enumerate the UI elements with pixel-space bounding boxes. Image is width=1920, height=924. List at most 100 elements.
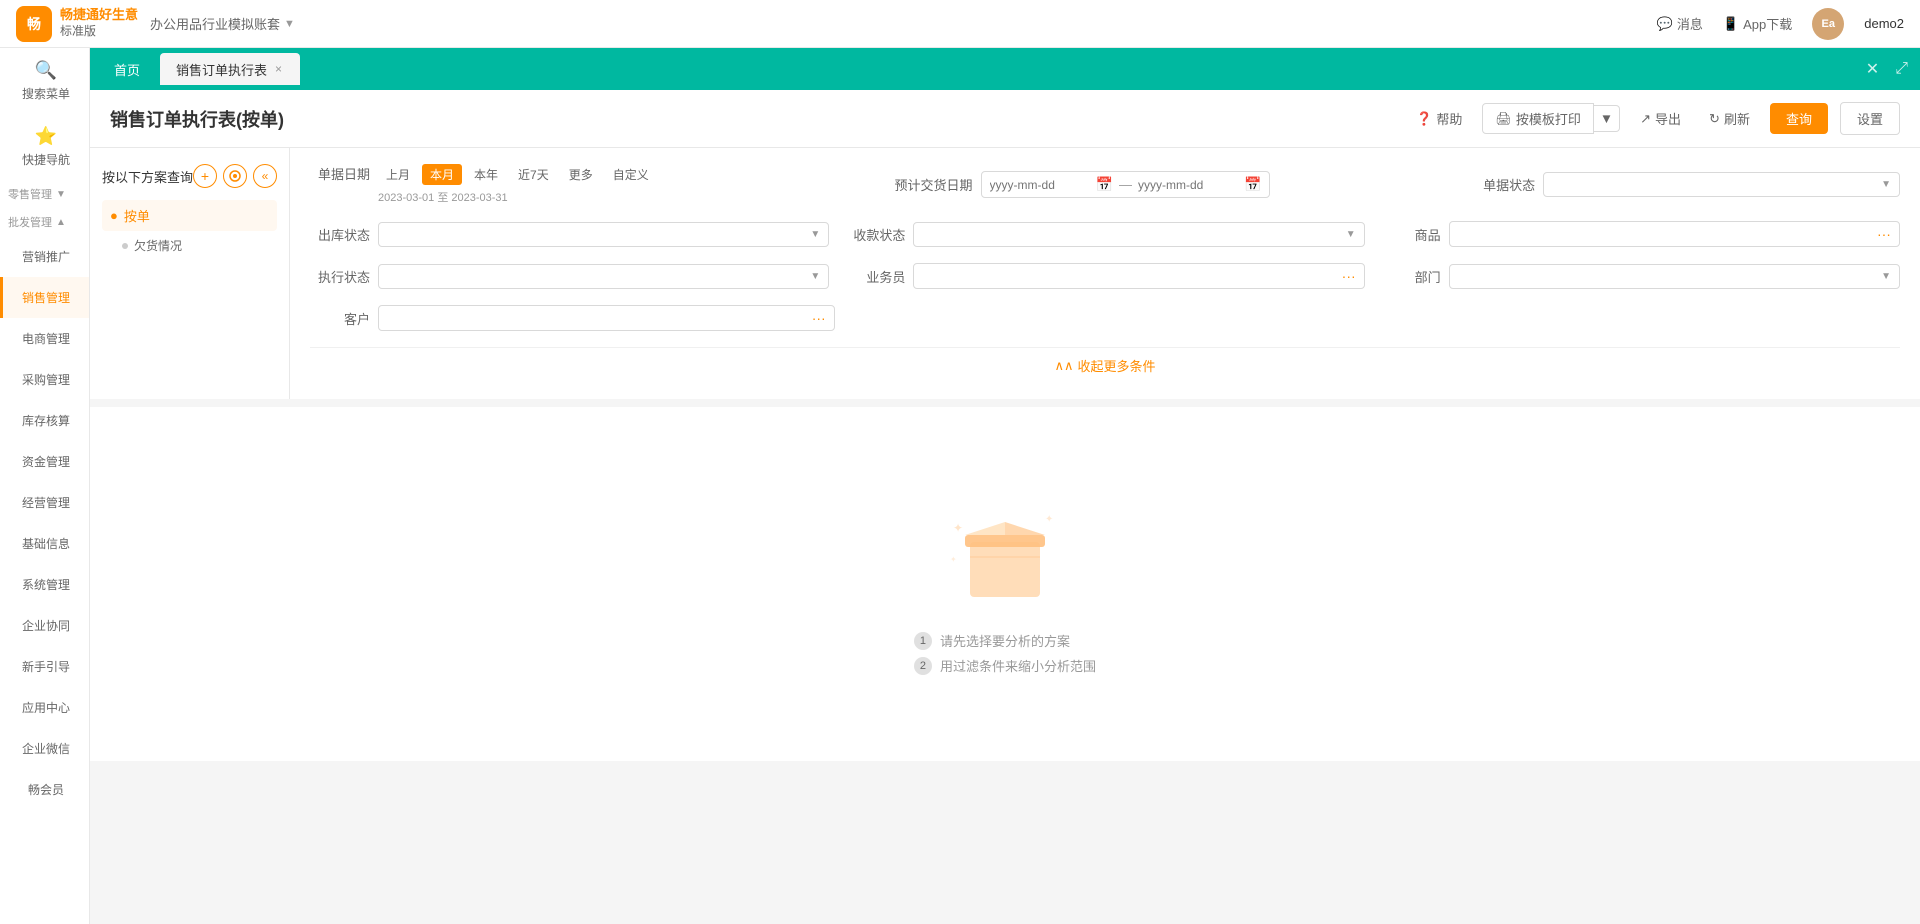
- date-tab-last-month[interactable]: 上月: [378, 164, 418, 185]
- sidebar-item-quick-nav[interactable]: ⭐ 快捷导航: [0, 114, 89, 180]
- collapse-btn[interactable]: ∧∧ 收起更多条件: [310, 347, 1900, 383]
- tab-active[interactable]: 销售订单执行表 ×: [160, 53, 300, 85]
- date-tab-custom[interactable]: 自定义: [605, 164, 657, 185]
- sidebar-item-finance[interactable]: 资金管理: [0, 441, 89, 482]
- breadcrumb[interactable]: 办公用品行业模拟账套 ▼: [150, 14, 295, 33]
- add-scheme-btn[interactable]: +: [193, 164, 217, 188]
- customer-input[interactable]: [387, 311, 812, 326]
- refresh-btn[interactable]: ↻ 刷新: [1701, 105, 1758, 132]
- collect-status-control[interactable]: ▼: [913, 222, 1364, 247]
- date-tab-7days[interactable]: 近7天: [510, 164, 557, 185]
- refresh-icon: ↻: [1709, 111, 1720, 127]
- salesperson-more-icon[interactable]: ···: [1342, 268, 1356, 284]
- customer-control[interactable]: ···: [378, 305, 835, 331]
- goods-more-icon[interactable]: ···: [1877, 226, 1891, 242]
- sidebar-item-wechat[interactable]: 企业微信: [0, 728, 89, 769]
- sidebar-item-member[interactable]: 畅会员: [0, 769, 89, 810]
- sidebar-item-enterprise[interactable]: 企业协同: [0, 605, 89, 646]
- out-status-group: 出库状态 ▼: [310, 222, 829, 247]
- print-dropdown-btn[interactable]: ▼: [1594, 105, 1620, 132]
- goods-group: 商品 ···: [1381, 221, 1900, 247]
- tab-home[interactable]: 首页: [98, 53, 156, 85]
- filter-section: 按以下方案查询 + «: [90, 148, 1920, 399]
- sidebar-item-purchase[interactable]: 采购管理: [0, 359, 89, 400]
- user-name[interactable]: demo2: [1864, 16, 1904, 31]
- sidebar-item-apps[interactable]: 应用中心: [0, 687, 89, 728]
- filter-row-1: 单据日期 上月 本月 本年 近7天 更多 自定义: [310, 164, 1900, 205]
- print-btn[interactable]: 🖨 按模板打印: [1482, 103, 1594, 134]
- empty-tip-1: 1 请先选择要分析的方案: [914, 631, 1096, 650]
- calendar-end-icon[interactable]: 📅: [1244, 176, 1261, 193]
- calendar-start-icon[interactable]: 📅: [1096, 176, 1113, 193]
- expected-date-input-start[interactable]: 📅 — 📅: [981, 171, 1271, 198]
- goods-label: 商品: [1381, 225, 1441, 244]
- svg-text:✦: ✦: [950, 555, 957, 564]
- tab-close-icon[interactable]: ×: [273, 62, 284, 76]
- date-range-text: 2023-03-01 至 2023-03-31: [378, 189, 877, 205]
- out-status-control[interactable]: ▼: [378, 222, 829, 247]
- date-filter-group: 单据日期 上月 本月 本年 近7天 更多 自定义: [310, 164, 877, 205]
- customer-more-icon[interactable]: ···: [812, 310, 826, 326]
- goods-input[interactable]: [1458, 227, 1877, 242]
- salesperson-control[interactable]: ···: [913, 263, 1364, 289]
- query-btn[interactable]: 查询: [1770, 103, 1828, 134]
- app-download-btn[interactable]: 📱 App下载: [1723, 14, 1792, 33]
- out-status-input[interactable]: [387, 227, 810, 242]
- download-icon: 📱: [1723, 16, 1739, 32]
- date-tab-this-year[interactable]: 本年: [466, 164, 506, 185]
- dept-control[interactable]: ▼: [1449, 264, 1900, 289]
- sub-item-dot: [122, 243, 128, 249]
- date-tab-more[interactable]: 更多: [561, 164, 601, 185]
- salesperson-input[interactable]: [922, 269, 1341, 284]
- sidebar-item-operations[interactable]: 经营管理: [0, 482, 89, 523]
- settings-btn[interactable]: 设置: [1840, 102, 1900, 135]
- exec-status-label: 执行状态: [310, 267, 370, 286]
- edit-scheme-btn[interactable]: [223, 164, 247, 188]
- page-title: 销售订单执行表(按单): [110, 106, 284, 132]
- main-layout: 🔍 搜索菜单 ⭐ 快捷导航 零售管理 ▼ 批发管理 ▲ 营销推广 销售管理 电商…: [0, 48, 1920, 924]
- expected-date-start-field[interactable]: [990, 178, 1090, 192]
- export-btn[interactable]: ↗ 导出: [1632, 105, 1689, 132]
- goods-control[interactable]: ···: [1449, 221, 1900, 247]
- filter-row-2: 出库状态 ▼ 收款状态 ▼: [310, 221, 1900, 247]
- scheme-item-active[interactable]: ● 按单: [102, 200, 277, 231]
- doc-status-label: 单据状态: [1475, 175, 1535, 194]
- date-label: 单据日期: [310, 164, 370, 183]
- sidebar-item-system[interactable]: 系统管理: [0, 564, 89, 605]
- collect-status-dropdown-icon: ▼: [1346, 229, 1356, 240]
- tab-maximize-icon[interactable]: ⤢: [1891, 56, 1912, 82]
- scheme-sub-item[interactable]: 欠货情况: [102, 231, 277, 260]
- expected-date-end-field[interactable]: [1138, 178, 1238, 192]
- sidebar-section-wholesale: 批发管理 ▲: [0, 208, 89, 236]
- filter-left-title: 按以下方案查询: [102, 167, 193, 186]
- tab-bar: 首页 销售订单执行表 × ✕ ⤢: [90, 48, 1920, 90]
- sidebar-item-inventory[interactable]: 库存核算: [0, 400, 89, 441]
- filter-left-panel: 按以下方案查询 + «: [90, 148, 290, 399]
- logo-icon: 畅: [16, 6, 52, 42]
- doc-status-group: 单据状态 ▼: [1475, 172, 1900, 197]
- sidebar-item-basics[interactable]: 基础信息: [0, 523, 89, 564]
- exec-status-control[interactable]: ▼: [378, 264, 829, 289]
- date-tab-this-month[interactable]: 本月: [422, 164, 462, 185]
- out-status-dropdown-icon: ▼: [810, 229, 820, 240]
- sidebar-item-ecommerce[interactable]: 电商管理: [0, 318, 89, 359]
- exec-status-input[interactable]: [387, 269, 810, 284]
- date-controls: 上月 本月 本年 近7天 更多 自定义 2023-03-01 至 2023-03…: [378, 164, 877, 205]
- salesperson-group: 业务员 ···: [845, 263, 1364, 289]
- collect-status-input[interactable]: [922, 227, 1345, 242]
- doc-status-control[interactable]: ▼: [1543, 172, 1900, 197]
- tab-close-window-icon[interactable]: ✕: [1862, 55, 1883, 83]
- sidebar-item-sales[interactable]: 销售管理: [0, 277, 89, 318]
- doc-status-input[interactable]: [1552, 177, 1881, 192]
- sidebar-item-search[interactable]: 🔍 搜索菜单: [0, 48, 89, 114]
- top-header: 畅 畅捷通好生意 标准版 办公用品行业模拟账套 ▼ 💬 消息 📱 App下载 E…: [0, 0, 1920, 48]
- message-btn[interactable]: 💬 消息: [1657, 14, 1703, 33]
- dept-input[interactable]: [1458, 269, 1881, 284]
- collapse-scheme-btn[interactable]: «: [253, 164, 277, 188]
- salesperson-label: 业务员: [845, 267, 905, 286]
- sidebar-item-newbie[interactable]: 新手引导: [0, 646, 89, 687]
- exec-status-dropdown-icon: ▼: [810, 271, 820, 282]
- help-btn[interactable]: ❓ 帮助: [1408, 105, 1470, 132]
- help-icon: ❓: [1416, 111, 1432, 127]
- sidebar-item-marketing[interactable]: 营销推广: [0, 236, 89, 277]
